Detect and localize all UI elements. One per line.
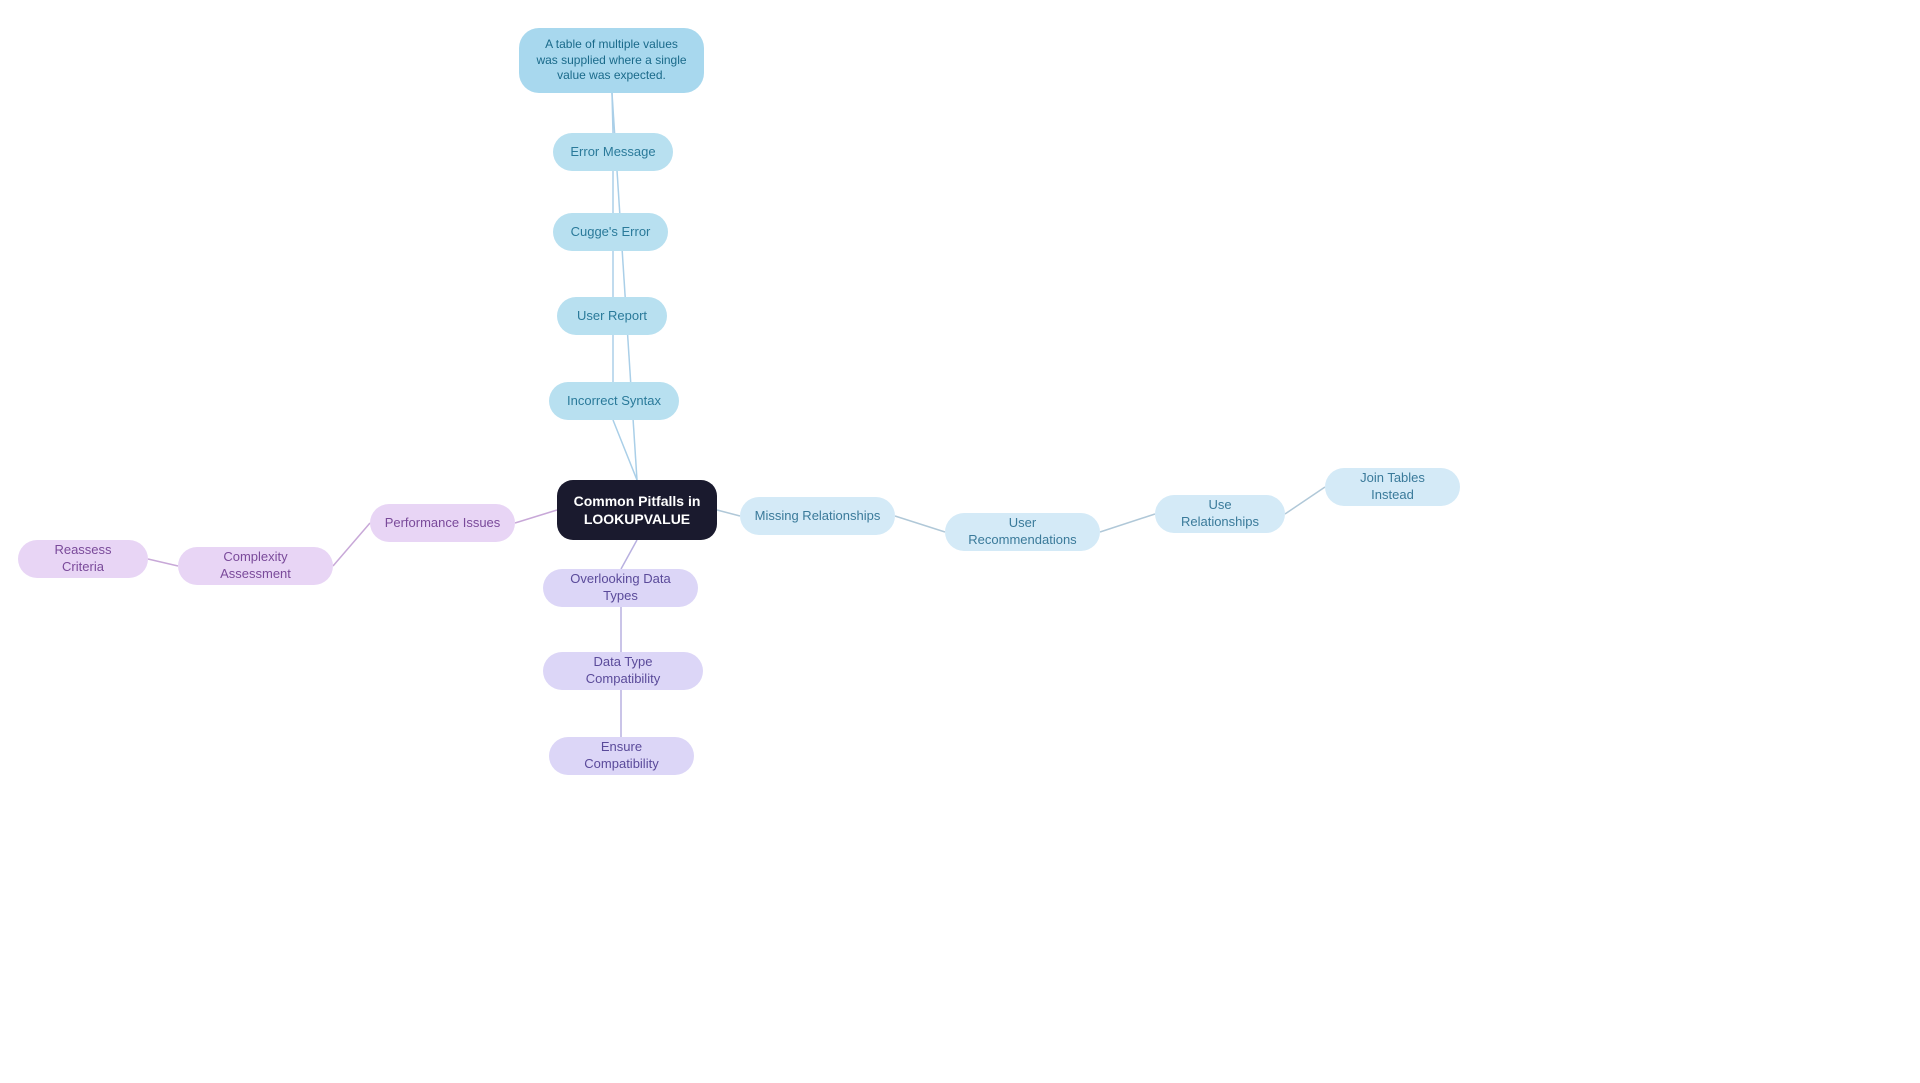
overlooking-data-types-node[interactable]: Overlooking Data Types	[543, 569, 698, 607]
join-tables-instead-node[interactable]: Join Tables Instead	[1325, 468, 1460, 506]
user-report-node[interactable]: User Report	[557, 297, 667, 335]
center-node[interactable]: Common Pitfalls in LOOKUPVALUE	[557, 480, 717, 540]
data-type-compatibility-node[interactable]: Data Type Compatibility	[543, 652, 703, 690]
cugges-error-node[interactable]: Cugge's Error	[553, 213, 668, 251]
use-relationships-node[interactable]: Use Relationships	[1155, 495, 1285, 533]
performance-issues-node[interactable]: Performance Issues	[370, 504, 515, 542]
missing-relationships-node[interactable]: Missing Relationships	[740, 497, 895, 535]
incorrect-syntax-node[interactable]: Incorrect Syntax	[549, 382, 679, 420]
ensure-compatibility-node[interactable]: Ensure Compatibility	[549, 737, 694, 775]
reassess-criteria-node[interactable]: Reassess Criteria	[18, 540, 148, 578]
error-message-node[interactable]: Error Message	[553, 133, 673, 171]
description-node[interactable]: A table of multiple values was supplied …	[519, 28, 704, 93]
user-recommendations-node[interactable]: User Recommendations	[945, 513, 1100, 551]
complexity-assessment-node[interactable]: Complexity Assessment	[178, 547, 333, 585]
